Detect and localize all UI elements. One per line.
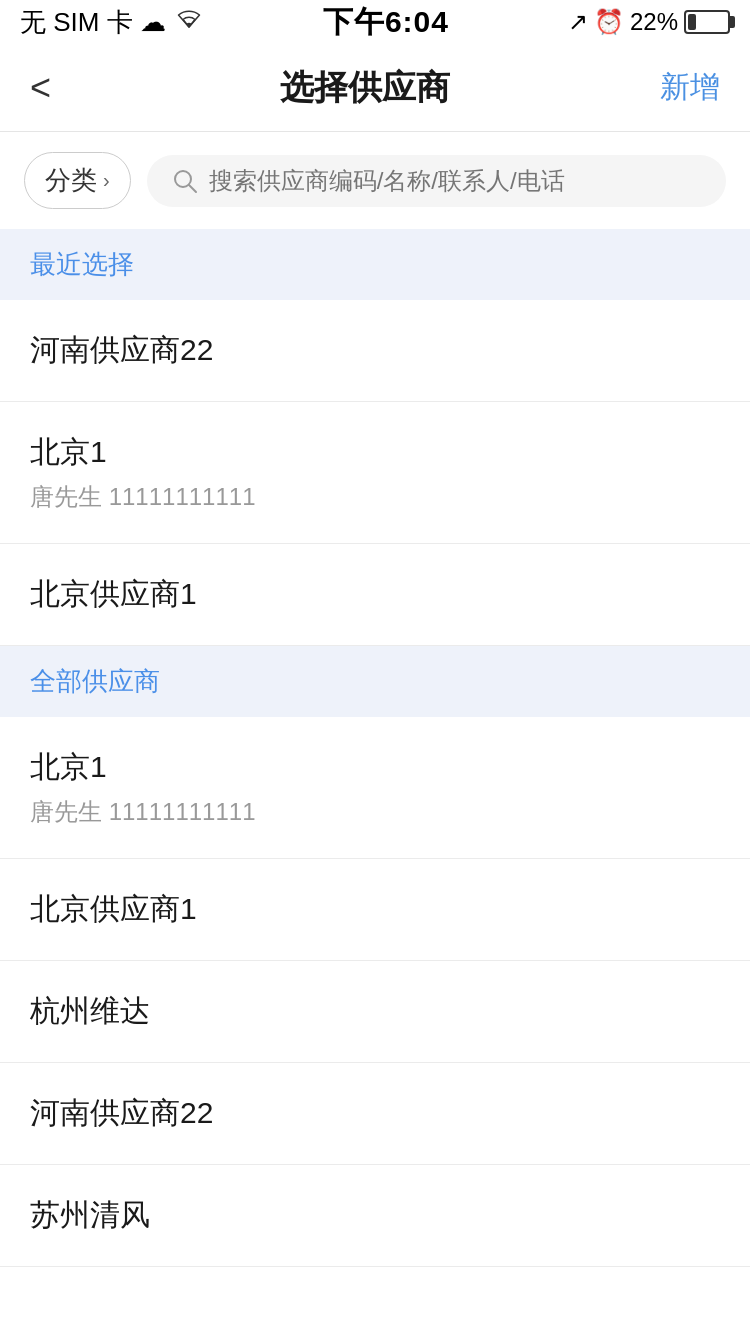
- supplier-name: 北京1: [30, 747, 720, 788]
- search-box[interactable]: [147, 155, 726, 207]
- supplier-name: 北京供应商1: [30, 574, 720, 615]
- nav-bar: < 选择供应商 新增: [0, 44, 750, 132]
- all-items-list: 北京1 唐先生 11111111111 北京供应商1 杭州维达河南供应商22 苏州清风: [0, 717, 750, 1267]
- supplier-name: 河南供应商22: [30, 330, 720, 371]
- all-section-header: 全部供应商: [0, 646, 750, 717]
- wifi-icon: [174, 7, 204, 38]
- category-label: 分类: [45, 163, 97, 198]
- supplier-name: 北京供应商1: [30, 889, 720, 930]
- category-button[interactable]: 分类 ›: [24, 152, 131, 209]
- battery-icon: [684, 10, 730, 34]
- list-item[interactable]: 河南供应商22: [0, 300, 750, 402]
- page-title: 选择供应商: [280, 65, 450, 111]
- recent-section-header: 最近选择: [0, 229, 750, 300]
- all-label: 全部供应商: [30, 666, 160, 696]
- list-item[interactable]: 北京1 唐先生 11111111111: [0, 402, 750, 544]
- location-icon: ↗: [568, 8, 588, 36]
- list-item[interactable]: 苏州清风: [0, 1165, 750, 1267]
- battery-percent: 22%: [630, 8, 678, 36]
- list-item[interactable]: 河南供应商22: [0, 1063, 750, 1165]
- svg-line-1: [189, 185, 196, 192]
- supplier-name: 河南供应商22: [30, 1093, 720, 1134]
- recent-label: 最近选择: [30, 249, 134, 279]
- supplier-name: 北京1: [30, 432, 720, 473]
- status-bar: 无 SIM 卡 ☁ 下午6:04 ↗ ⏰ 22%: [0, 0, 750, 44]
- sim-status: 无 SIM 卡 ☁: [20, 5, 166, 40]
- search-icon: [171, 167, 199, 195]
- supplier-sub: 唐先生 11111111111: [30, 796, 720, 828]
- list-item[interactable]: 北京供应商1: [0, 544, 750, 646]
- supplier-name: 苏州清风: [30, 1195, 720, 1236]
- status-left: 无 SIM 卡 ☁: [20, 5, 204, 40]
- supplier-name: 杭州维达: [30, 991, 720, 1032]
- status-time: 下午6:04: [323, 2, 449, 43]
- supplier-sub: 唐先生 11111111111: [30, 481, 720, 513]
- filter-bar: 分类 ›: [0, 132, 750, 229]
- search-input[interactable]: [209, 167, 702, 195]
- status-right: ↗ ⏰ 22%: [568, 8, 730, 36]
- list-item[interactable]: 杭州维达: [0, 961, 750, 1063]
- recent-items-list: 河南供应商22 北京1 唐先生 11111111111 北京供应商1: [0, 300, 750, 646]
- list-item[interactable]: 北京1 唐先生 11111111111: [0, 717, 750, 859]
- alarm-icon: ⏰: [594, 8, 624, 36]
- back-button[interactable]: <: [30, 67, 90, 109]
- chevron-right-icon: ›: [103, 169, 110, 192]
- add-button[interactable]: 新增: [640, 67, 720, 108]
- list-item[interactable]: 北京供应商1: [0, 859, 750, 961]
